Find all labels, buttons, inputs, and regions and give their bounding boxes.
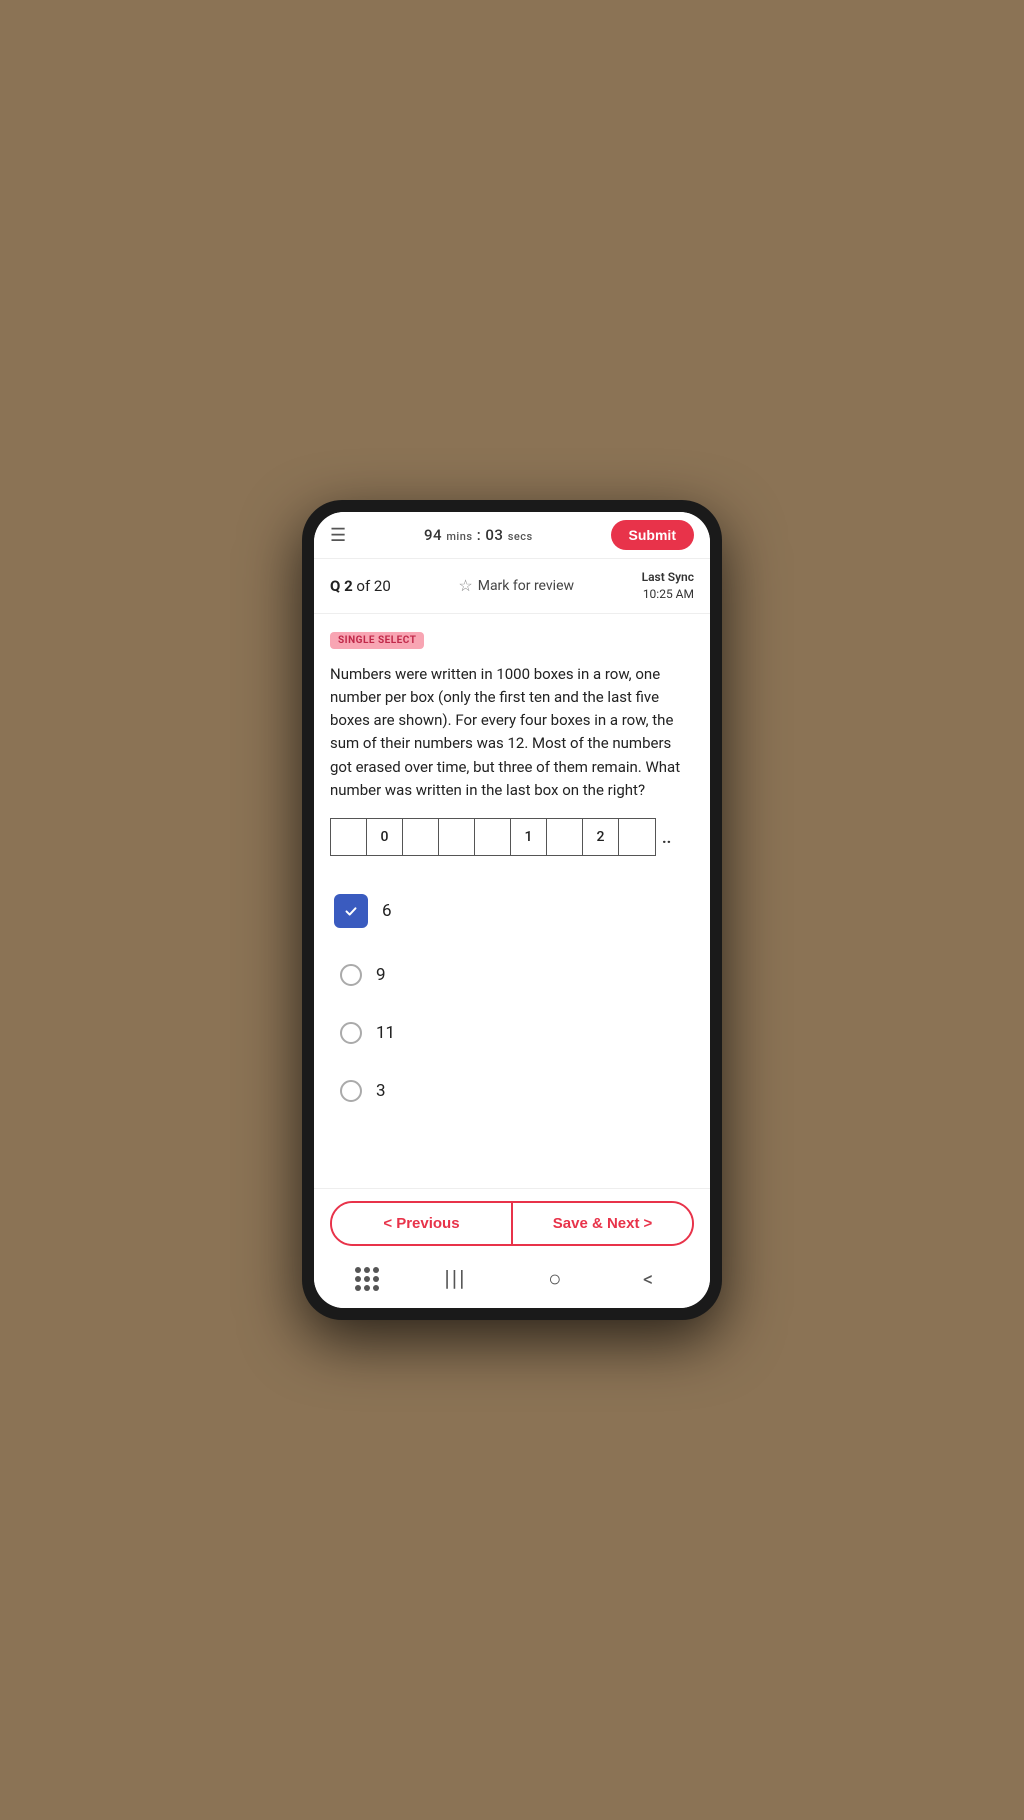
num-box-9	[619, 819, 655, 855]
last-sync-label: Last Sync	[642, 569, 694, 586]
timer: 94 mins : 03 secs	[424, 526, 533, 544]
num-box-2: 0	[367, 819, 403, 855]
num-box-5	[475, 819, 511, 855]
option-6[interactable]: 6	[330, 876, 694, 946]
option-11-label: 11	[376, 1023, 395, 1043]
timer-secs-label: secs	[508, 530, 533, 543]
save-next-label: Save & Next	[553, 1215, 640, 1232]
bottom-nav: < Previous Save & Next >	[314, 1188, 710, 1308]
option-3[interactable]: 3	[330, 1062, 694, 1120]
option-6-label: 6	[382, 901, 392, 921]
android-home-button[interactable]: ○	[532, 1262, 577, 1296]
question-number: Q 2 of 20	[330, 576, 391, 595]
grid-menu-icon[interactable]	[355, 1267, 379, 1291]
num-box-6: 1	[511, 819, 547, 855]
question-meta-bar: Q 2 of 20 ☆ Mark for review Last Sync 10…	[314, 559, 710, 614]
option-11-radio	[340, 1022, 362, 1044]
android-navigation-bar: ||| ○ <	[330, 1258, 694, 1300]
option-9-radio	[340, 964, 362, 986]
previous-button[interactable]: < Previous	[332, 1203, 511, 1244]
nav-button-group: < Previous Save & Next >	[330, 1201, 694, 1246]
content-area: SINGLE SELECT Numbers were written in 10…	[314, 614, 710, 1188]
option-11[interactable]: 11	[330, 1004, 694, 1062]
last-sync-info: Last Sync 10:25 AM	[642, 569, 694, 603]
submit-button[interactable]: Submit	[611, 520, 694, 550]
save-next-icon: >	[643, 1215, 652, 1232]
option-6-selected-indicator	[334, 894, 368, 928]
top-bar: ☰ 94 mins : 03 secs Submit	[314, 512, 710, 559]
star-icon: ☆	[458, 576, 472, 595]
timer-mins: 94	[424, 526, 442, 544]
timer-mins-label: mins	[446, 530, 472, 543]
num-box-3	[403, 819, 439, 855]
checkmark-icon	[342, 902, 360, 920]
option-9[interactable]: 9	[330, 946, 694, 1004]
answer-options: 6 9 11 3	[330, 876, 694, 1120]
previous-icon: <	[383, 1215, 392, 1232]
num-box-4	[439, 819, 475, 855]
mark-review-label: Mark for review	[478, 578, 574, 594]
option-9-label: 9	[376, 965, 386, 985]
question-type-badge: SINGLE SELECT	[330, 632, 424, 649]
last-sync-time: 10:25 AM	[642, 586, 694, 603]
num-box-8: 2	[583, 819, 619, 855]
box-ellipsis: ..	[662, 828, 671, 847]
question-text: Numbers were written in 1000 boxes in a …	[330, 663, 694, 803]
phone-screen: ☰ 94 mins : 03 secs Submit Q 2 of 20 ☆ M…	[314, 512, 710, 1308]
phone-device: ☰ 94 mins : 03 secs Submit Q 2 of 20 ☆ M…	[302, 500, 722, 1320]
android-recent-button[interactable]: <	[627, 1263, 669, 1295]
timer-secs: 03	[485, 526, 503, 544]
option-3-label: 3	[376, 1081, 386, 1101]
box-row: 0 1 2	[330, 818, 656, 856]
save-next-button[interactable]: Save & Next >	[511, 1203, 692, 1244]
num-box-1	[331, 819, 367, 855]
android-back-button[interactable]: |||	[428, 1263, 482, 1296]
mark-for-review-button[interactable]: ☆ Mark for review	[458, 576, 574, 595]
option-3-radio	[340, 1080, 362, 1102]
previous-label: Previous	[396, 1215, 459, 1232]
number-boxes-container: 0 1 2 ..	[330, 818, 694, 856]
document-icon: ☰	[330, 525, 346, 546]
num-box-7	[547, 819, 583, 855]
